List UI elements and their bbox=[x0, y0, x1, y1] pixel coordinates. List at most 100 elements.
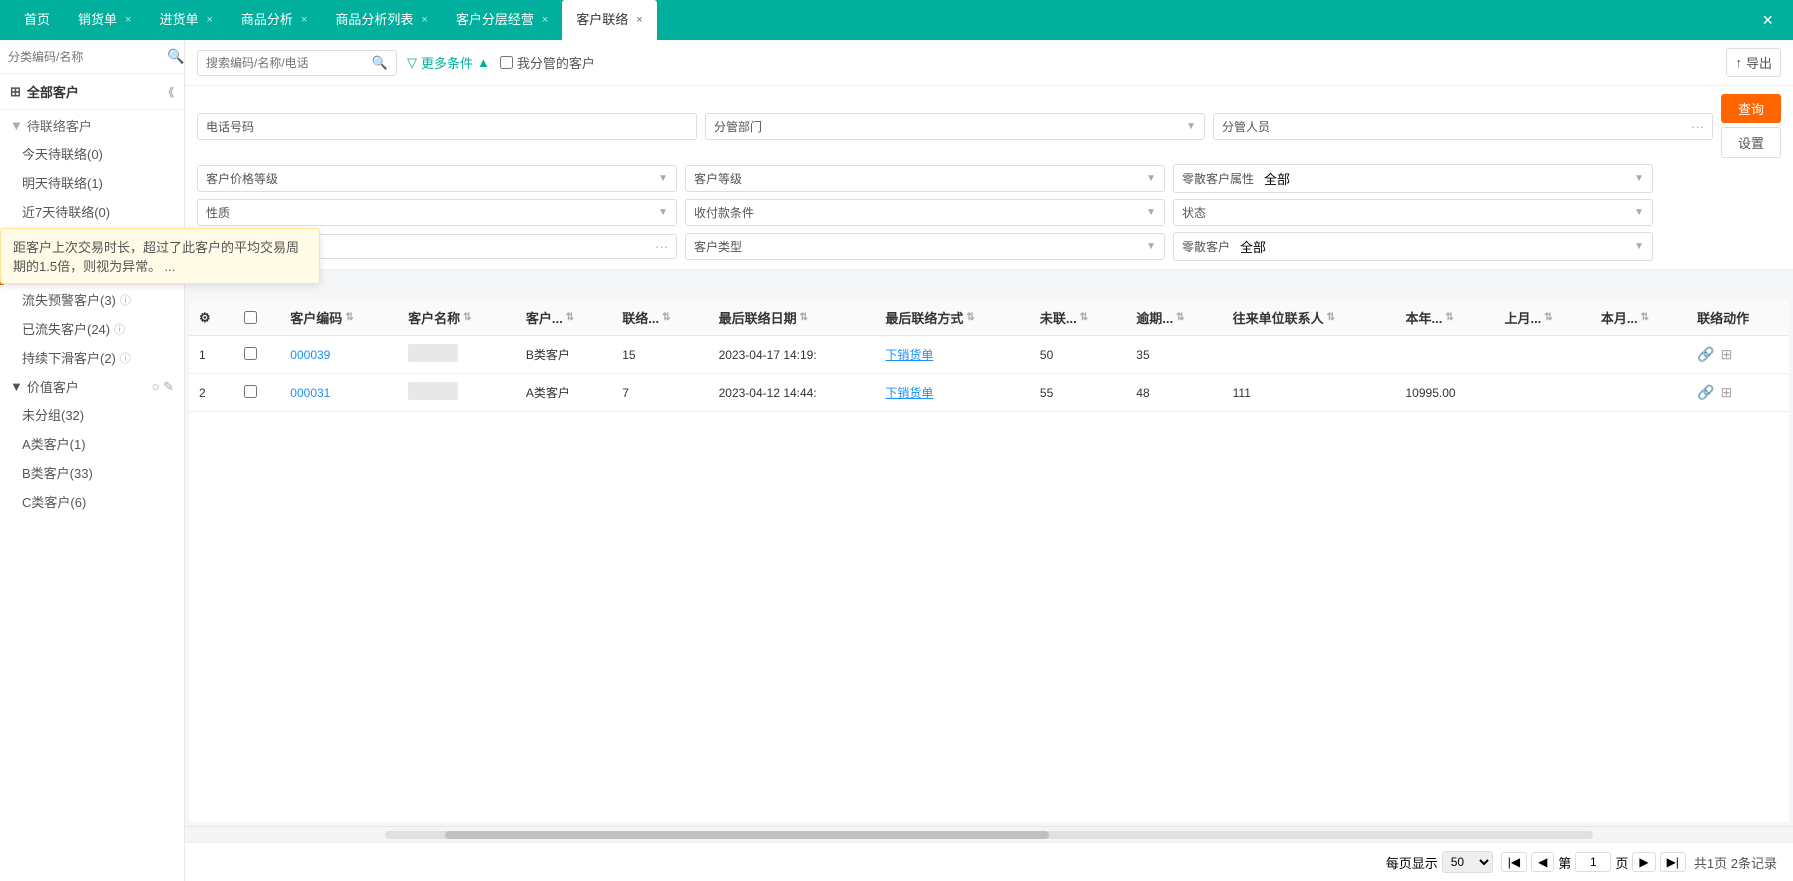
col-current-month[interactable]: 本月... ⇅ bbox=[1591, 300, 1687, 336]
nav-sales-order[interactable]: 销货单 × bbox=[64, 0, 145, 40]
gender-field[interactable]: 性质 ▼ bbox=[197, 199, 677, 226]
sort-icon-last-method[interactable]: ⇅ bbox=[966, 312, 974, 323]
prev-page-button[interactable]: ◀ bbox=[1531, 852, 1554, 872]
sort-icon-overdue[interactable]: ⇅ bbox=[1176, 312, 1184, 323]
manager-field[interactable]: 分管人员 ··· bbox=[1213, 113, 1713, 140]
row1-code[interactable]: 000039 bbox=[280, 336, 398, 374]
select-all-checkbox[interactable] bbox=[244, 311, 257, 324]
sidebar-search-input[interactable] bbox=[8, 50, 163, 64]
close-product-analysis-icon[interactable]: × bbox=[301, 0, 307, 40]
row1-checkbox[interactable] bbox=[234, 336, 281, 374]
my-customers-checkbox[interactable] bbox=[500, 56, 513, 69]
sidebar-item-7days[interactable]: 近7天待联络(0) bbox=[0, 197, 184, 226]
row1-select-checkbox[interactable] bbox=[244, 347, 257, 360]
department-field[interactable]: 分管部门 ▼ bbox=[705, 113, 1205, 140]
col-last-date[interactable]: 最后联络日期 ⇅ bbox=[709, 300, 876, 336]
sort-icon-contact[interactable]: ⇅ bbox=[662, 312, 670, 323]
col-settings[interactable]: ⚙ bbox=[189, 300, 234, 336]
col-unlinkage[interactable]: 未联... ⇅ bbox=[1030, 300, 1126, 336]
customer-type-field[interactable]: 客户类型 ▼ bbox=[685, 233, 1165, 260]
close-purchase-order-icon[interactable]: × bbox=[206, 0, 212, 40]
close-product-analysis-list-icon[interactable]: × bbox=[421, 0, 427, 40]
next-page-button[interactable]: ▶ bbox=[1632, 852, 1655, 872]
nav-purchase-order[interactable]: 进货单 × bbox=[145, 0, 226, 40]
sidebar-item-declining[interactable]: 持续下滑客户(2) ⓘ bbox=[0, 343, 184, 372]
filter-search-box[interactable]: 🔍 bbox=[197, 50, 397, 76]
col-level[interactable]: 客户... ⇅ bbox=[516, 300, 612, 336]
row1-last-method[interactable]: 下销货单 bbox=[875, 336, 1030, 374]
window-close-button[interactable]: × bbox=[1752, 10, 1783, 31]
nav-home[interactable]: 首页 bbox=[10, 0, 64, 40]
row2-last-method[interactable]: 下销货单 bbox=[875, 374, 1030, 412]
search-input[interactable] bbox=[206, 56, 372, 70]
sort-icon-code[interactable]: ⇅ bbox=[345, 312, 353, 323]
sidebar-item-ungroup[interactable]: 未分组(32) bbox=[0, 400, 184, 429]
col-contact-person[interactable]: 往来单位联系人 ⇅ bbox=[1223, 300, 1396, 336]
sort-icon-last-date[interactable]: ⇅ bbox=[800, 312, 808, 323]
nav-customer-tiered[interactable]: 客户分层经营 × bbox=[442, 0, 562, 40]
sidebar-item-tomorrow[interactable]: 明天待联络(1) bbox=[0, 168, 184, 197]
more-fields-dots[interactable]: ··· bbox=[655, 239, 668, 254]
price-level-field[interactable]: 客户价格等级 ▼ bbox=[197, 165, 677, 192]
sidebar-collapse-icon[interactable]: 《 bbox=[163, 84, 174, 100]
col-code[interactable]: 客户编码 ⇅ bbox=[280, 300, 398, 336]
page-number-input[interactable] bbox=[1575, 852, 1611, 872]
row2-checkbox[interactable] bbox=[234, 374, 281, 412]
search-icon[interactable]: 🔍 bbox=[372, 55, 388, 71]
row2-link-icon[interactable]: 🔗 bbox=[1697, 384, 1714, 401]
col-name[interactable]: 客户名称 ⇅ bbox=[398, 300, 516, 336]
customer-level-field[interactable]: 客户等级 ▼ bbox=[685, 165, 1165, 192]
settings-button[interactable]: 设置 bbox=[1721, 127, 1781, 158]
sidebar-item-class-c[interactable]: C类客户(6) bbox=[0, 487, 184, 516]
sort-icon-level[interactable]: ⇅ bbox=[566, 312, 574, 323]
col-overdue[interactable]: 逾期... ⇅ bbox=[1126, 300, 1222, 336]
sort-icon-contact-person[interactable]: ⇅ bbox=[1327, 312, 1335, 323]
row2-select-checkbox[interactable] bbox=[244, 385, 257, 398]
sidebar-search-icon[interactable]: 🔍 bbox=[167, 48, 184, 65]
query-button[interactable]: 查询 bbox=[1721, 94, 1781, 123]
sort-icon-name[interactable]: ⇅ bbox=[463, 312, 471, 323]
col-last-method[interactable]: 最后联络方式 ⇅ bbox=[875, 300, 1030, 336]
sort-icon-current-year[interactable]: ⇅ bbox=[1445, 312, 1453, 323]
sidebar-item-today[interactable]: 今天待联络(0) bbox=[0, 139, 184, 168]
sort-icon-unlinkage[interactable]: ⇅ bbox=[1080, 312, 1088, 323]
col-contact-count[interactable]: 联络... ⇅ bbox=[612, 300, 708, 336]
sidebar-all-customers[interactable]: ⊞ 全部客户 《 bbox=[0, 74, 184, 110]
row2-name[interactable] bbox=[398, 374, 516, 412]
status-field[interactable]: 状态 ▼ bbox=[1173, 199, 1653, 226]
row1-grid-icon[interactable]: ⊞ bbox=[1721, 346, 1733, 363]
phone-field[interactable]: 电话号码 bbox=[197, 113, 697, 140]
nav-product-analysis-list[interactable]: 商品分析列表 × bbox=[321, 0, 441, 40]
horizontal-scrollbar[interactable] bbox=[185, 826, 1793, 842]
row2-grid-icon[interactable]: ⊞ bbox=[1721, 384, 1733, 401]
nav-customer-contact[interactable]: 客户联络 × bbox=[562, 0, 656, 40]
row1-name[interactable] bbox=[398, 336, 516, 374]
more-conditions-button[interactable]: ▽ 更多条件 ▲ bbox=[407, 53, 490, 72]
sidebar-item-churn-warning[interactable]: 流失预警客户(3) ⓘ bbox=[0, 285, 184, 314]
sort-icon-current-month[interactable]: ⇅ bbox=[1641, 312, 1649, 323]
sidebar-item-class-b[interactable]: B类客户(33) bbox=[0, 458, 184, 487]
close-customer-contact-icon[interactable]: × bbox=[636, 0, 642, 40]
sidebar-item-class-a[interactable]: A类客户(1) bbox=[0, 429, 184, 458]
nav-product-analysis[interactable]: 商品分析 × bbox=[227, 0, 321, 40]
close-customer-tiered-icon[interactable]: × bbox=[542, 0, 548, 40]
last-page-button[interactable]: ▶| bbox=[1660, 852, 1686, 872]
sort-icon-last-month[interactable]: ⇅ bbox=[1544, 312, 1552, 323]
row1-link-icon[interactable]: 🔗 bbox=[1697, 346, 1714, 363]
col-checkbox[interactable] bbox=[234, 300, 281, 336]
row2-code[interactable]: 000031 bbox=[280, 374, 398, 412]
sidebar-pending-group-label[interactable]: ▼ 待联络客户 bbox=[0, 110, 184, 139]
sidebar-value-customers-header[interactable]: ▼ 价值客户 ○ ✎ bbox=[0, 372, 184, 400]
retail-customer-field[interactable]: 零散客户 全部 ▼ bbox=[1173, 232, 1653, 261]
close-sales-order-icon[interactable]: × bbox=[125, 0, 131, 40]
retail-attr-field[interactable]: 零散客户属性 全部 ▼ bbox=[1173, 164, 1653, 193]
manager-dots-icon[interactable]: ··· bbox=[1691, 119, 1704, 134]
scroll-thumb[interactable] bbox=[445, 831, 1049, 839]
first-page-button[interactable]: |◀ bbox=[1501, 852, 1527, 872]
col-last-month[interactable]: 上月... ⇅ bbox=[1494, 300, 1590, 336]
scroll-track[interactable] bbox=[385, 831, 1593, 839]
sidebar-item-churned[interactable]: 已流失客户(24) ⓘ bbox=[0, 314, 184, 343]
edit-icons[interactable]: ○ ✎ bbox=[152, 379, 174, 395]
payment-field[interactable]: 收付款条件 ▼ bbox=[685, 199, 1165, 226]
col-current-year[interactable]: 本年... ⇅ bbox=[1396, 300, 1495, 336]
